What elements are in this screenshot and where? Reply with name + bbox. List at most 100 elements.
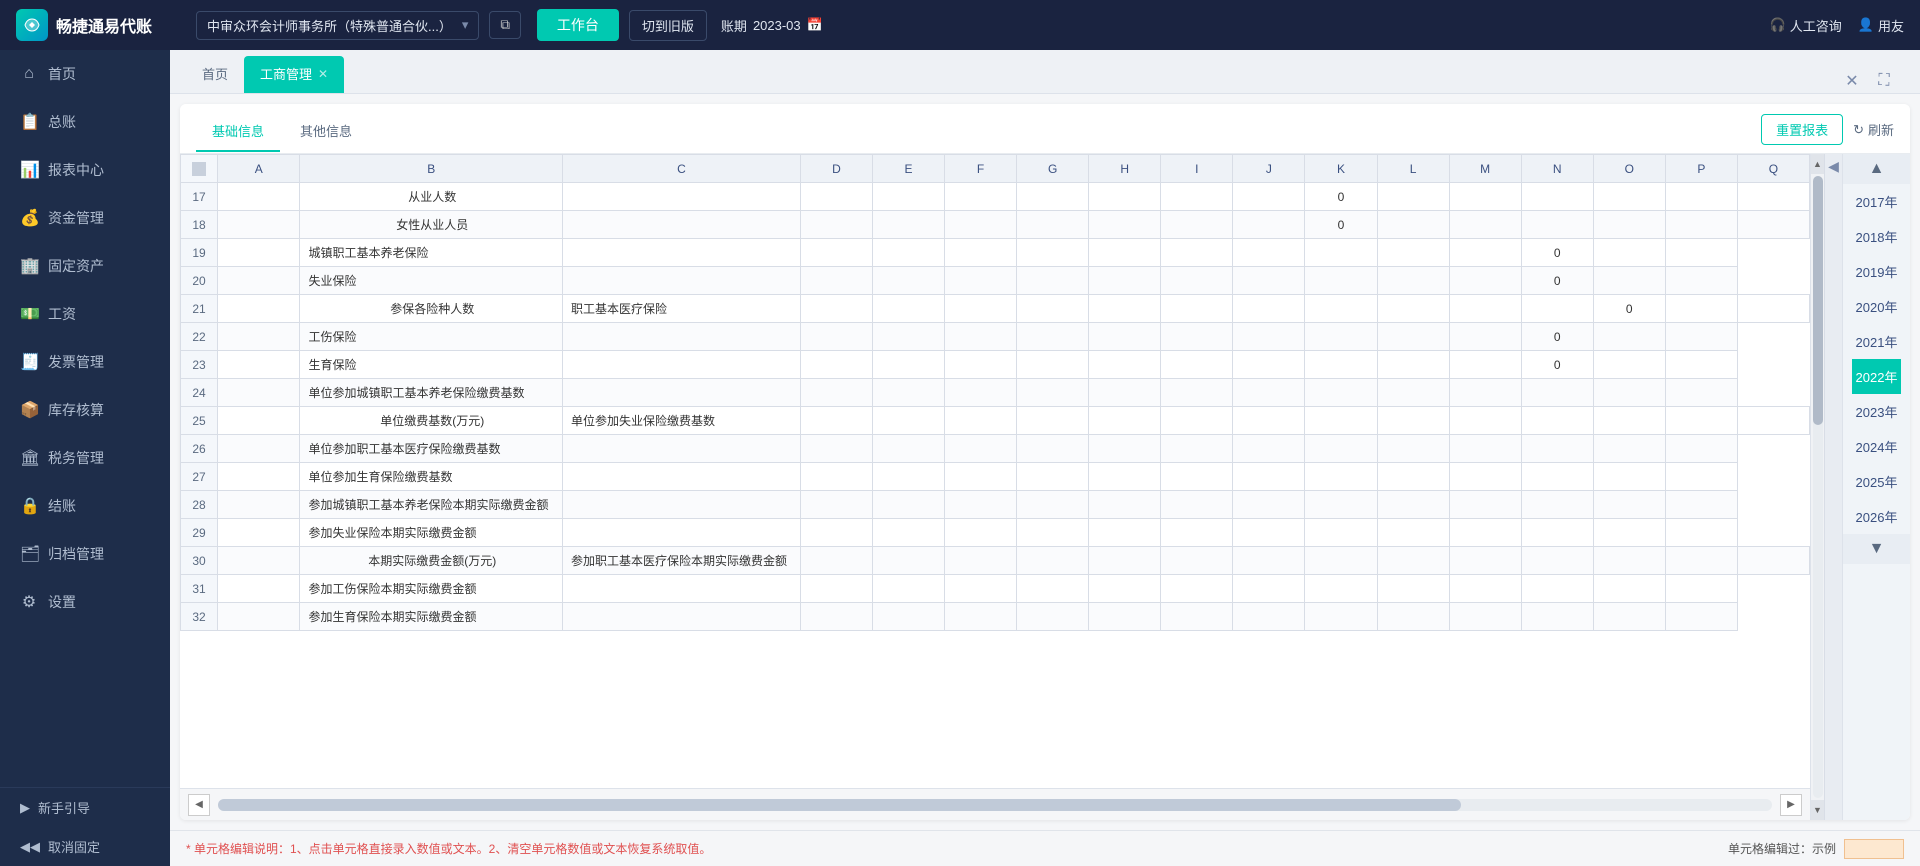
cell-col-5[interactable] xyxy=(800,575,872,603)
cell-col-6[interactable] xyxy=(872,239,944,267)
cell-col-4[interactable] xyxy=(563,575,801,603)
cell-col-6[interactable] xyxy=(872,519,944,547)
cell-col-9[interactable] xyxy=(1089,351,1161,379)
cell-col-8[interactable] xyxy=(1089,183,1161,211)
cell-col-17[interactable] xyxy=(1665,575,1737,603)
cell-col-10[interactable] xyxy=(1161,463,1233,491)
year-scroll-down[interactable]: ▼ xyxy=(1843,534,1910,564)
sidebar-item-salary[interactable]: 💵 工资 xyxy=(0,290,170,338)
cell-a[interactable] xyxy=(218,295,300,323)
cell-col-5[interactable] xyxy=(800,519,872,547)
cell-col-10[interactable] xyxy=(1233,407,1305,435)
cell-col-16[interactable] xyxy=(1593,463,1665,491)
panel-collapse-icon[interactable]: ◀ xyxy=(1825,154,1843,178)
cell-col-9[interactable] xyxy=(1161,211,1233,239)
cell-col-14[interactable] xyxy=(1521,547,1593,575)
cell-a[interactable] xyxy=(218,519,300,547)
cell-col-12[interactable] xyxy=(1377,183,1449,211)
sidebar-item-funds[interactable]: 💰 资金管理 xyxy=(0,194,170,242)
cell-col-9[interactable] xyxy=(1089,575,1161,603)
cell-col-4[interactable] xyxy=(563,267,801,295)
cell-col-11[interactable] xyxy=(1233,239,1305,267)
cell-col-4[interactable] xyxy=(800,407,872,435)
cell-col-8[interactable] xyxy=(1017,351,1089,379)
cell-col-5[interactable] xyxy=(872,211,944,239)
sidebar-item-invoice[interactable]: 🧾 发票管理 xyxy=(0,338,170,386)
sidebar-item-closing[interactable]: 🔒 结账 xyxy=(0,482,170,530)
cell-col-10[interactable] xyxy=(1161,519,1233,547)
cell-col-6[interactable] xyxy=(872,575,944,603)
cell-col-9[interactable] xyxy=(1089,463,1161,491)
cell-col-5[interactable] xyxy=(800,239,872,267)
year-item[interactable]: 2025年 xyxy=(1852,464,1902,499)
sidebar-item-reports[interactable]: 📊 报表中心 xyxy=(0,146,170,194)
cell-col-7[interactable] xyxy=(945,519,1017,547)
cell-col-4[interactable] xyxy=(563,239,801,267)
cell-col-17[interactable] xyxy=(1665,463,1737,491)
cell-col-10[interactable] xyxy=(1161,239,1233,267)
year-item[interactable]: 2026年 xyxy=(1852,499,1902,534)
cell-col-15[interactable] xyxy=(1593,407,1665,435)
cell-col-7[interactable] xyxy=(945,575,1017,603)
cell-col-13[interactable] xyxy=(1377,603,1449,631)
cell-col-12[interactable] xyxy=(1377,407,1449,435)
cell-col-11[interactable] xyxy=(1233,519,1305,547)
year-item[interactable]: 2024年 xyxy=(1852,429,1902,464)
cell-col-17[interactable] xyxy=(1737,547,1809,575)
cell-col-17[interactable] xyxy=(1665,603,1737,631)
cell-col-14[interactable] xyxy=(1449,519,1521,547)
select-all-icon[interactable] xyxy=(192,162,206,176)
cell-col-5[interactable] xyxy=(800,491,872,519)
cell-col-11[interactable] xyxy=(1233,575,1305,603)
sidebar-item-assets[interactable]: 🏢 固定资产 xyxy=(0,242,170,290)
cell-col-15[interactable] xyxy=(1593,211,1665,239)
cell-col-11[interactable] xyxy=(1233,491,1305,519)
cell-col-13[interactable] xyxy=(1377,435,1449,463)
vscroll-track[interactable] xyxy=(1813,176,1823,798)
cell-col-15[interactable] xyxy=(1521,603,1593,631)
cell-col-17[interactable] xyxy=(1737,295,1809,323)
cell-b[interactable]: 女性从业人员 xyxy=(300,211,563,239)
cell-col-14[interactable] xyxy=(1521,407,1593,435)
cell-a[interactable] xyxy=(218,323,300,351)
cell-col-17[interactable] xyxy=(1665,491,1737,519)
cell-col-12[interactable] xyxy=(1305,575,1377,603)
cell-c[interactable]: 城镇职工基本养老保险 xyxy=(300,239,563,267)
switch-button[interactable]: 切到旧版 xyxy=(629,10,707,41)
cell-col-9[interactable] xyxy=(1089,379,1161,407)
cell-c[interactable]: 参加生育保险本期实际缴费金额 xyxy=(300,603,563,631)
vscroll-up-btn[interactable]: ▲ xyxy=(1811,154,1825,174)
cell-col-5[interactable] xyxy=(800,267,872,295)
cell-col-16[interactable] xyxy=(1593,239,1665,267)
cell-col-7[interactable] xyxy=(1017,183,1089,211)
cell-a[interactable] xyxy=(218,379,300,407)
cell-col-11[interactable] xyxy=(1305,547,1377,575)
cell-col-15[interactable] xyxy=(1521,463,1593,491)
company-selector[interactable]: 中审众环会计师事务所（特殊普通合伙...） ▾ xyxy=(196,11,479,40)
cell-c[interactable]: 单位参加职工基本医疗保险缴费基数 xyxy=(300,435,563,463)
cell-col-9[interactable] xyxy=(1089,435,1161,463)
cell-col-11[interactable] xyxy=(1305,295,1377,323)
cell-col-9[interactable] xyxy=(1089,267,1161,295)
cell-col-6[interactable] xyxy=(872,463,944,491)
cell-col-8[interactable] xyxy=(1017,267,1089,295)
year-item[interactable]: 2018年 xyxy=(1852,219,1902,254)
cell-c[interactable]: 单位参加城镇职工基本养老保险缴费基数 xyxy=(300,379,563,407)
sheet-scroll-area[interactable]: A B C D E F G H I J xyxy=(180,154,1810,788)
sidebar-item-inventory[interactable]: 📦 库存核算 xyxy=(0,386,170,434)
year-scroll-up[interactable]: ▲ xyxy=(1843,154,1910,184)
cell-a[interactable] xyxy=(218,239,300,267)
expand-icon[interactable]: ⛶ xyxy=(1872,69,1896,93)
cell-col-8[interactable] xyxy=(1089,547,1161,575)
vertical-scrollbar[interactable]: ▲ ▼ xyxy=(1810,154,1824,820)
cell-col-12[interactable] xyxy=(1305,491,1377,519)
cell-a[interactable] xyxy=(218,407,300,435)
cell-col-4[interactable] xyxy=(563,519,801,547)
cell-col-14[interactable] xyxy=(1521,183,1593,211)
scroll-left-btn[interactable]: ◀ xyxy=(188,794,210,816)
cell-b[interactable]: 本期实际缴费金额(万元) xyxy=(300,547,563,575)
cell-col-13[interactable] xyxy=(1377,267,1449,295)
cell-col-8[interactable] xyxy=(1089,211,1161,239)
cell-col-12[interactable] xyxy=(1377,547,1449,575)
cell-col-13[interactable] xyxy=(1449,295,1521,323)
